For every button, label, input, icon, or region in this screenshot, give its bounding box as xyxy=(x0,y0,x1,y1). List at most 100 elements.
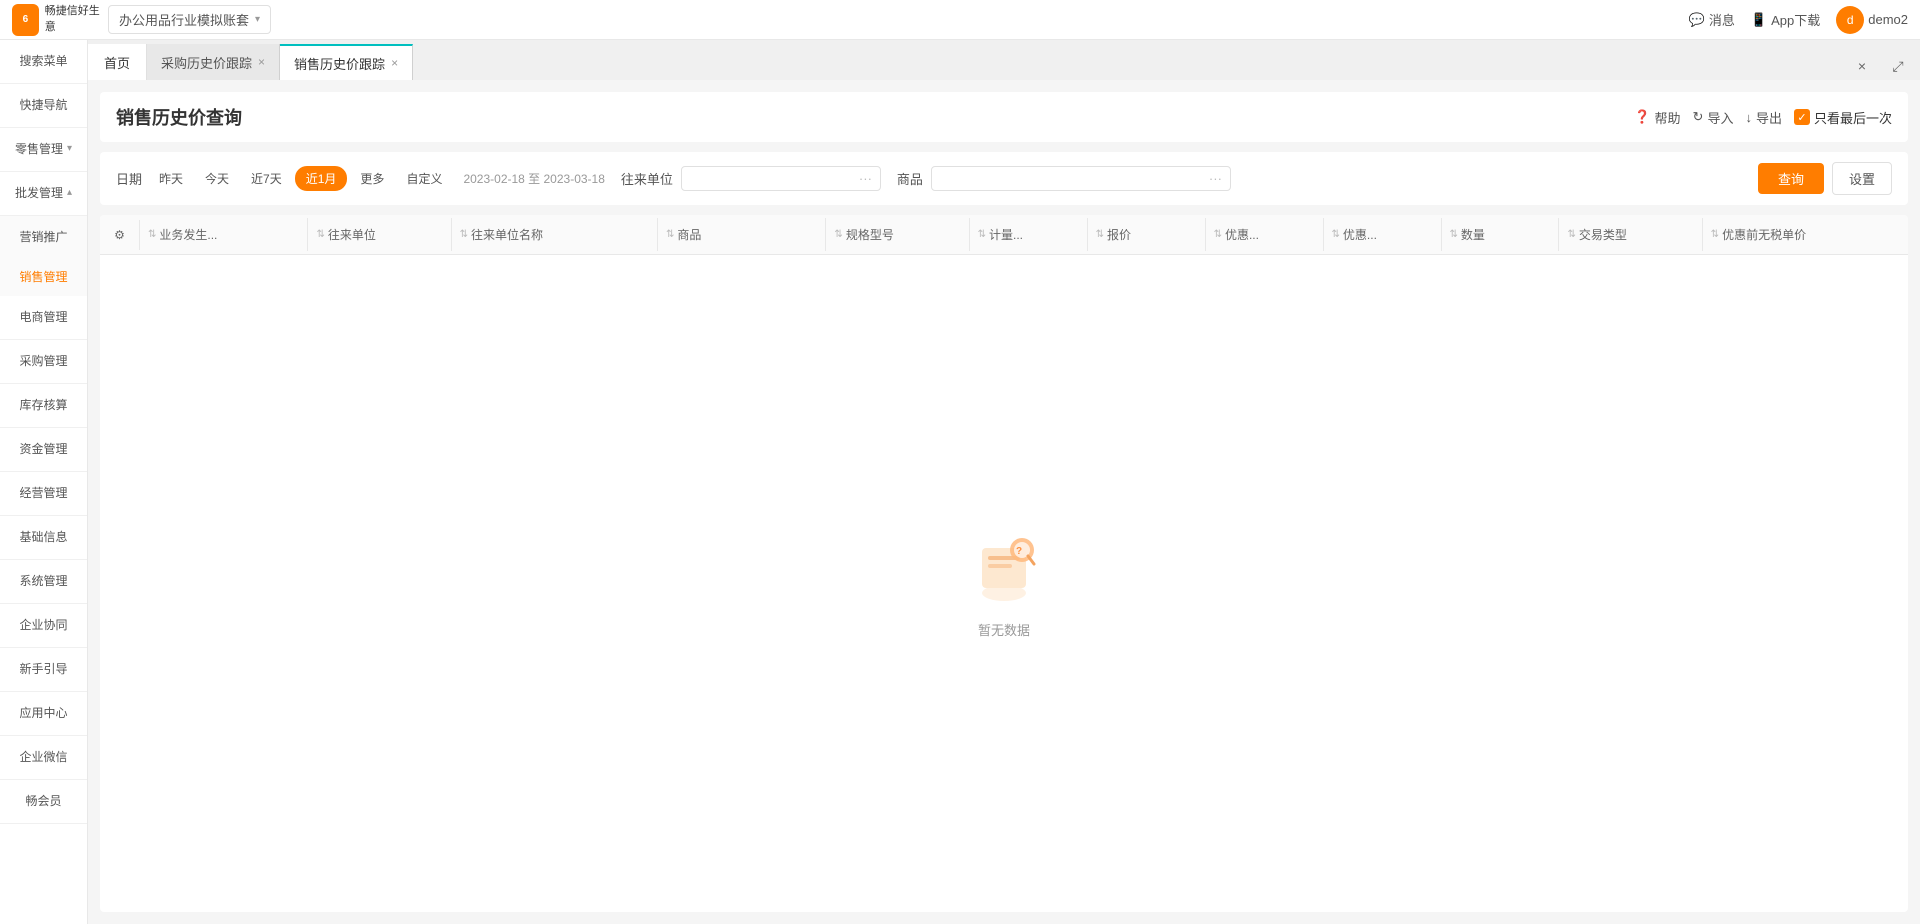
th-label: 交易类型 xyxy=(1579,226,1627,243)
sidebar-item-purchase-mgmt[interactable]: 采购管理 xyxy=(0,340,87,384)
sidebar-item-wholesale-mgmt[interactable]: 批发管理 ▴ xyxy=(0,172,87,216)
date-range-display: 2023-02-18 至 2023-03-18 xyxy=(463,170,604,187)
more-icon: ··· xyxy=(859,171,872,186)
filter-actions: 查询 设置 xyxy=(1758,162,1892,195)
close-icon[interactable]: × xyxy=(391,56,398,70)
sidebar-item-enterprise-collab[interactable]: 企业协同 xyxy=(0,604,87,648)
message-icon: 💬 xyxy=(1689,12,1705,28)
sidebar-item-label: 批发管理 xyxy=(15,185,63,202)
th-sort-icon: ⇅ xyxy=(978,229,986,240)
sidebar-item-marketing-promo[interactable]: 营销推广 xyxy=(0,216,87,256)
user-profile[interactable]: d demo2 xyxy=(1836,6,1908,34)
table-header: ⚙ ⇅ 业务发生... ⇅ 往来单位 ⇅ 往来单位名称 xyxy=(100,215,1908,255)
th-unit[interactable]: ⇅ 计量... xyxy=(970,218,1088,251)
sidebar-item-search-menu[interactable]: 搜索菜单 xyxy=(0,40,87,84)
tab-sales-history[interactable]: 销售历史价跟踪 × xyxy=(280,44,413,80)
th-spec[interactable]: ⇅ 规格型号 xyxy=(826,218,969,251)
sidebar-item-retail-mgmt[interactable]: 零售管理 ▾ xyxy=(0,128,87,172)
help-icon: ❓ xyxy=(1634,109,1650,125)
th-biz-date[interactable]: ⇅ 业务发生... xyxy=(140,218,308,251)
sidebar-item-system-mgmt[interactable]: 系统管理 xyxy=(0,560,87,604)
empty-icon: ? xyxy=(964,528,1044,608)
partner-filter-label: 往来单位 xyxy=(621,169,673,188)
sidebar: 搜索菜单 快捷导航 零售管理 ▾ 批发管理 ▴ 营销推广 销售管理 电商管理 采 xyxy=(0,40,88,924)
sidebar-item-quick-nav[interactable]: 快捷导航 xyxy=(0,84,87,128)
th-sort-icon: ⇅ xyxy=(148,229,156,240)
th-label: 优惠前无税单价 xyxy=(1722,226,1806,243)
th-label: 往来单位 xyxy=(328,226,376,243)
th-quantity[interactable]: ⇅ 数量 xyxy=(1442,218,1560,251)
sidebar-item-ecommerce-mgmt[interactable]: 电商管理 xyxy=(0,296,87,340)
sidebar-item-operation-mgmt[interactable]: 经营管理 xyxy=(0,472,87,516)
sidebar-item-label: 零售管理 xyxy=(15,141,63,158)
tab-purchase-history[interactable]: 采购历史价跟踪 × xyxy=(147,44,280,80)
app-download-btn[interactable]: 📱 App下载 xyxy=(1751,10,1820,29)
goods-filter-input[interactable]: ··· xyxy=(931,166,1231,191)
th-goods[interactable]: ⇅ 商品 xyxy=(658,218,826,251)
th-sort-icon: ⇅ xyxy=(834,229,842,240)
th-trade-type[interactable]: ⇅ 交易类型 xyxy=(1559,218,1702,251)
th-quote[interactable]: ⇅ 报价 xyxy=(1088,218,1206,251)
date-btn-yesterday[interactable]: 昨天 xyxy=(150,166,192,191)
sidebar-item-finance-mgmt[interactable]: 资金管理 xyxy=(0,428,87,472)
th-partner-name[interactable]: ⇅ 往来单位名称 xyxy=(452,218,658,251)
export-icon: ↓ xyxy=(1745,110,1752,125)
th-gear[interactable]: ⚙ xyxy=(100,220,140,250)
logo-text: 畅捷信好生意 xyxy=(45,4,100,35)
date-btn-1month[interactable]: 近1月 xyxy=(295,166,348,191)
more-icon: ··· xyxy=(1209,171,1222,186)
empty-text: 暂无数据 xyxy=(978,620,1030,639)
logo-area: 6 畅捷信好生意 xyxy=(12,4,100,36)
th-sort-icon: ⇅ xyxy=(1567,229,1575,240)
help-label: 帮助 xyxy=(1655,108,1681,127)
avatar: d xyxy=(1836,6,1864,34)
date-filter-label: 日期 xyxy=(116,169,142,188)
sidebar-item-label: 基础信息 xyxy=(19,529,67,546)
user-name: demo2 xyxy=(1868,12,1908,27)
app-selector[interactable]: 办公用品行业模拟账套 ▾ xyxy=(108,5,271,34)
date-btn-today[interactable]: 今天 xyxy=(196,166,238,191)
settings-btn[interactable]: 设置 xyxy=(1832,162,1892,195)
tab-actions: × ⤢ xyxy=(1848,52,1920,80)
sidebar-item-inventory[interactable]: 库存核算 xyxy=(0,384,87,428)
help-btn[interactable]: ❓ 帮助 xyxy=(1634,108,1680,127)
th-label: 规格型号 xyxy=(846,226,894,243)
export-btn[interactable]: ↓ 导出 xyxy=(1745,108,1782,127)
th-label: 往来单位名称 xyxy=(471,226,543,243)
date-btn-7days[interactable]: 近7天 xyxy=(242,166,291,191)
close-icon[interactable]: × xyxy=(258,55,265,69)
message-btn[interactable]: 💬 消息 xyxy=(1689,10,1735,29)
sidebar-item-label: 经营管理 xyxy=(19,485,67,502)
maximize-btn[interactable]: ⤢ xyxy=(1884,52,1912,80)
sidebar-item-vip-member[interactable]: 畅会员 xyxy=(0,780,87,824)
only-latest-toggle[interactable]: ✓ 只看最后一次 xyxy=(1794,108,1892,127)
th-discount1[interactable]: ⇅ 优惠... xyxy=(1206,218,1324,251)
th-label: 优惠... xyxy=(1225,226,1259,243)
th-label: 计量... xyxy=(989,226,1023,243)
tab-home[interactable]: 首页 xyxy=(88,44,147,80)
sidebar-item-new-guide[interactable]: 新手引导 xyxy=(0,648,87,692)
close-all-tabs-btn[interactable]: × xyxy=(1848,52,1876,80)
sidebar-item-basic-info[interactable]: 基础信息 xyxy=(0,516,87,560)
content-area: 首页 采购历史价跟踪 × 销售历史价跟踪 × × ⤢ 销售历史价查询 xyxy=(88,40,1920,924)
main-layout: 搜索菜单 快捷导航 零售管理 ▾ 批发管理 ▴ 营销推广 销售管理 电商管理 采 xyxy=(0,40,1920,924)
sidebar-item-label: 系统管理 xyxy=(19,573,67,590)
query-btn[interactable]: 查询 xyxy=(1758,163,1824,194)
gear-icon: ⚙ xyxy=(114,228,125,242)
import-btn[interactable]: ↻ 导入 xyxy=(1693,108,1734,127)
th-discount2[interactable]: ⇅ 优惠... xyxy=(1324,218,1442,251)
svg-text:?: ? xyxy=(1016,546,1022,557)
chevron-up-icon: ▴ xyxy=(67,186,72,200)
partner-filter-group: 往来单位 ··· xyxy=(621,166,881,191)
sidebar-item-sales-mgmt[interactable]: 销售管理 xyxy=(0,256,87,296)
th-sort-icon: ⇅ xyxy=(1711,229,1719,240)
sidebar-item-label: 企业协同 xyxy=(19,617,67,634)
th-partner-code[interactable]: ⇅ 往来单位 xyxy=(308,218,451,251)
date-btn-more[interactable]: 更多 xyxy=(351,166,393,191)
date-btn-custom[interactable]: 自定义 xyxy=(397,166,451,191)
page-header: 销售历史价查询 ❓ 帮助 ↻ 导入 ↓ 导出 ✓ xyxy=(100,92,1908,142)
sidebar-item-enterprise-wechat[interactable]: 企业微信 xyxy=(0,736,87,780)
th-pretax-price[interactable]: ⇅ 优惠前无税单价 xyxy=(1703,218,1908,251)
partner-filter-input[interactable]: ··· xyxy=(681,166,881,191)
sidebar-item-app-center[interactable]: 应用中心 xyxy=(0,692,87,736)
